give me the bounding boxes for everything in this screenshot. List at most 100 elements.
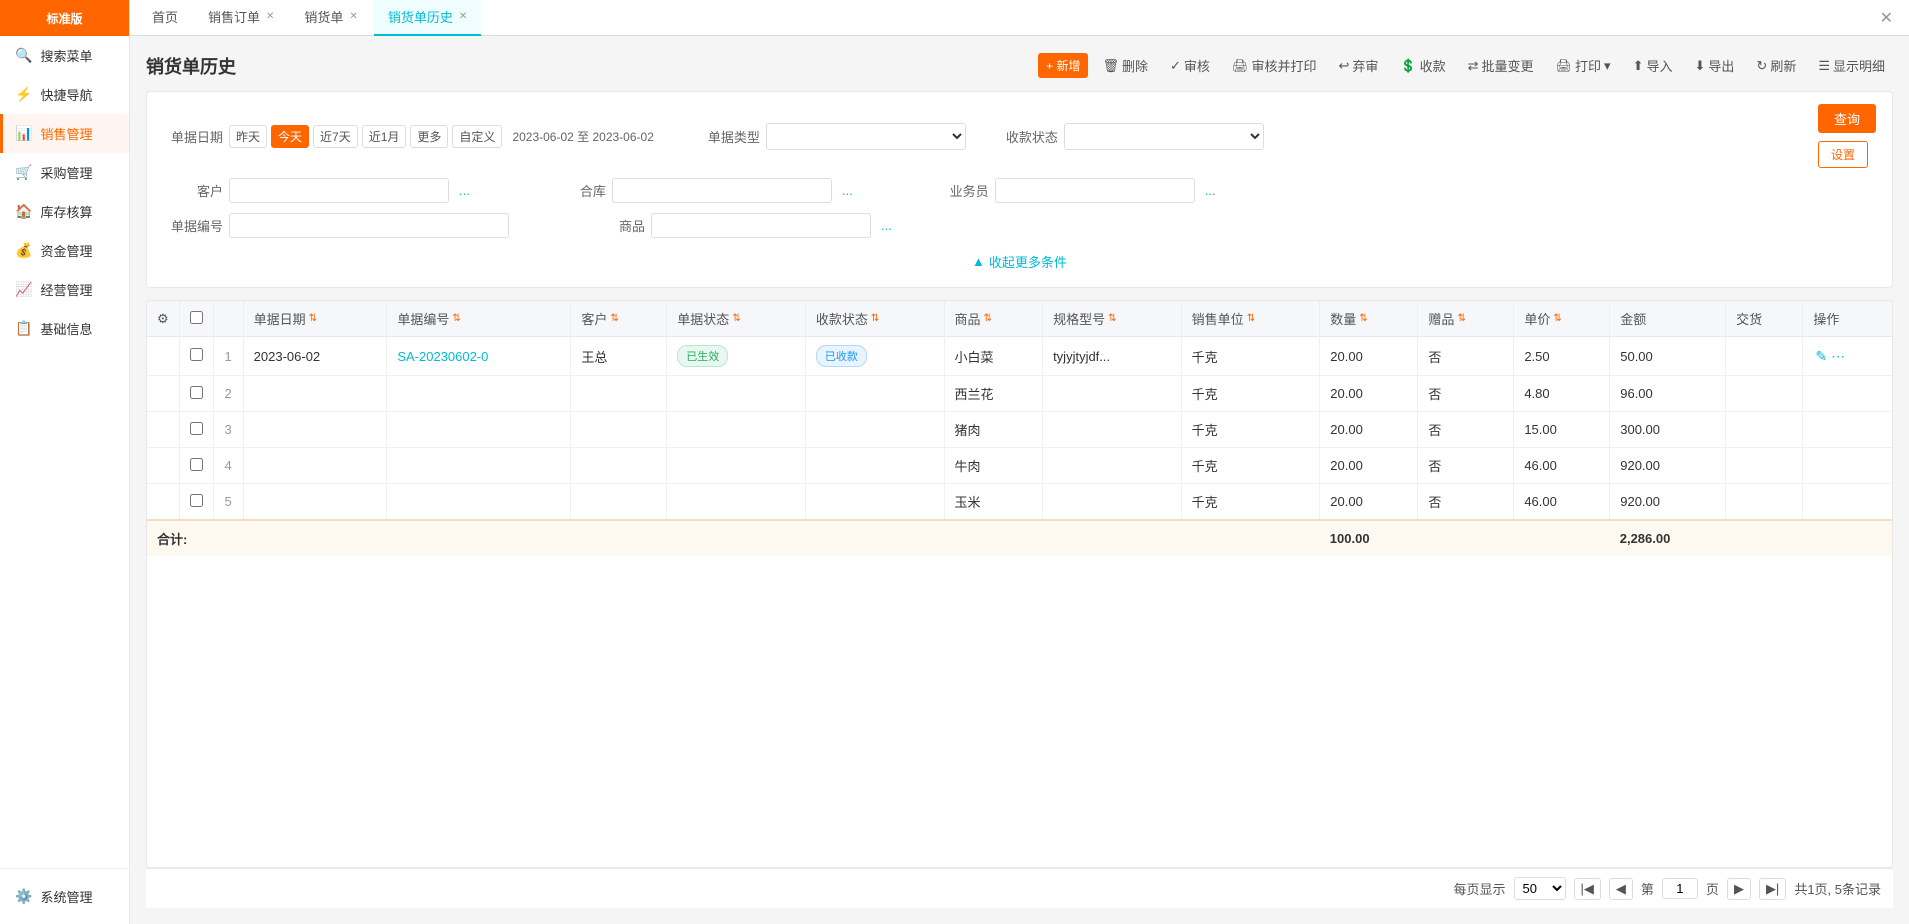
filter-payment-select[interactable] <box>1064 123 1264 150</box>
tab-sales-history-label: 销货单历史 <box>388 7 453 26</box>
tab-sales-order[interactable]: 销售订单 ✕ <box>194 0 288 36</box>
filter-warehouse-input[interactable] <box>612 178 832 203</box>
filter-payment-field: 收款状态 <box>998 123 1264 150</box>
more-icon[interactable]: ⋯ <box>1829 346 1847 366</box>
refresh-button[interactable]: ↻ 刷新 <box>1748 52 1804 79</box>
first-page-btn[interactable]: |◀ <box>1574 878 1601 900</box>
filter-doctype-field: 单据类型 <box>700 123 966 150</box>
filter-warehouse-ellipsis[interactable]: ... <box>842 183 853 198</box>
total-info: 共1页, 5条记录 <box>1794 879 1881 898</box>
last-page-btn[interactable]: ▶| <box>1759 878 1786 900</box>
th-qty[interactable]: 数量 ⇅ <box>1320 301 1418 337</box>
th-gift[interactable]: 赠品 ⇅ <box>1418 301 1514 337</box>
prev-page-btn[interactable]: ◀ <box>1609 878 1633 900</box>
sidebar-item-sysmgmt[interactable]: ⚙️ 系统管理 <box>0 877 129 916</box>
sort-qty-icon: ⇅ <box>1359 313 1367 324</box>
row-docno[interactable]: SA-20230602-0 <box>387 337 571 376</box>
th-unitprice[interactable]: 单价 ⇅ <box>1514 301 1610 337</box>
filter-goods-label: 商品 <box>585 216 645 235</box>
tab-sales-delivery-close[interactable]: ✕ <box>349 11 357 22</box>
filter-warehouse-label: 合库 <box>546 181 606 200</box>
th-spec[interactable]: 规格型号 ⇅ <box>1043 301 1182 337</box>
sidebar-item-search[interactable]: 🔍 搜索菜单 <box>0 36 129 75</box>
row-goods: 猪肉 <box>944 412 1043 448</box>
th-paymentstatus[interactable]: 收款状态 ⇅ <box>805 301 944 337</box>
next-page-btn[interactable]: ▶ <box>1727 878 1751 900</box>
sysmgmt-icon: ⚙️ <box>15 888 32 905</box>
th-customer[interactable]: 客户 ⇅ <box>571 301 667 337</box>
row-checkbox[interactable] <box>190 422 203 435</box>
sidebar-item-inventory[interactable]: 🏠 库存核算 <box>0 192 129 231</box>
finance-icon: 💰 <box>15 242 32 259</box>
sidebar-item-basicinfo[interactable]: 📋 基础信息 <box>0 309 129 348</box>
tab-sales-order-close[interactable]: ✕ <box>266 11 274 22</box>
print-button[interactable]: 🖨 打印 ▾ <box>1548 52 1619 79</box>
filter-salesperson-input[interactable] <box>995 178 1195 203</box>
th-no <box>213 301 243 337</box>
per-page-select[interactable]: 50 20 100 <box>1514 877 1566 900</box>
batch-change-button[interactable]: ⇄ 批量变更 <box>1460 52 1542 79</box>
th-date[interactable]: 单据日期 ⇅ <box>243 301 387 337</box>
th-docstatus[interactable]: 单据状态 ⇅ <box>667 301 806 337</box>
th-transaction: 交货 <box>1726 301 1803 337</box>
filter-goods-ellipsis[interactable]: ... <box>881 218 892 233</box>
date-btn-7days[interactable]: 近7天 <box>313 125 358 148</box>
sidebar-item-sales[interactable]: 📊 销售管理 <box>0 114 129 153</box>
row-checkbox[interactable] <box>190 494 203 507</box>
row-customer <box>571 376 667 412</box>
row-docstatus <box>667 448 806 484</box>
abandon-button[interactable]: ↩ 弃审 <box>1330 52 1386 79</box>
row-no: 3 <box>213 412 243 448</box>
filter-customer-ellipsis[interactable]: ... <box>459 183 470 198</box>
sidebar-item-quicknav[interactable]: ⚡ 快捷导航 <box>0 75 129 114</box>
review-print-button[interactable]: 🖨 审核并打印 <box>1224 52 1325 79</box>
th-unit[interactable]: 销售单位 ⇅ <box>1181 301 1320 337</box>
row-docno <box>387 484 571 521</box>
th-gear[interactable]: ⚙ <box>147 301 179 337</box>
filter-docno-input[interactable] <box>229 213 509 238</box>
page-input[interactable] <box>1662 878 1698 899</box>
th-goods[interactable]: 商品 ⇅ <box>944 301 1043 337</box>
row-checkbox[interactable] <box>190 458 203 471</box>
import-button[interactable]: ⬆ 导入 <box>1625 52 1681 79</box>
select-all-checkbox[interactable] <box>190 311 203 324</box>
date-btn-more[interactable]: 更多 <box>410 125 448 148</box>
date-btn-1month[interactable]: 近1月 <box>362 125 407 148</box>
filter-row-2: 客户 ... 合库 ... 业务员 ... <box>163 178 1876 203</box>
sidebar-item-operations[interactable]: 📈 经营管理 <box>0 270 129 309</box>
tab-sales-delivery[interactable]: 销货单 ✕ <box>290 0 371 36</box>
date-btn-custom[interactable]: 自定义 <box>452 125 502 148</box>
row-qty: 20.00 <box>1320 337 1418 376</box>
sidebar-logo: 标准版 <box>0 0 129 36</box>
show-detail-button[interactable]: ☰ 显示明细 <box>1810 52 1893 79</box>
tabs-close-all[interactable]: ✕ <box>1872 8 1901 28</box>
collapse-button[interactable]: ▲ 收起更多条件 <box>163 248 1876 275</box>
th-docno[interactable]: 单据编号 ⇅ <box>387 301 571 337</box>
filter-doctype-select[interactable] <box>766 123 966 150</box>
row-checkbox[interactable] <box>190 348 203 361</box>
summary-qty: 100.00 <box>1320 520 1418 556</box>
row-checkbox[interactable] <box>190 386 203 399</box>
sales-icon: 📊 <box>15 125 32 142</box>
tab-sales-history[interactable]: 销货单历史 ✕ <box>374 0 481 36</box>
filter-customer-input[interactable] <box>229 178 449 203</box>
filter-salesperson-ellipsis[interactable]: ... <box>1205 183 1216 198</box>
edit-icon[interactable]: ✎ <box>1813 346 1829 366</box>
new-button[interactable]: + 新增 <box>1038 53 1088 78</box>
review-button[interactable]: ✓ 审核 <box>1162 52 1218 79</box>
sidebar-item-purchase[interactable]: 🛒 采购管理 <box>0 153 129 192</box>
query-button[interactable]: 查询 <box>1818 104 1876 133</box>
settings-button[interactable]: 设置 <box>1818 141 1868 168</box>
collect-button[interactable]: 💲 收款 <box>1392 52 1453 79</box>
row-goods: 小白菜 <box>944 337 1043 376</box>
row-amount: 920.00 <box>1610 448 1726 484</box>
export-button[interactable]: ⬇ 导出 <box>1686 52 1742 79</box>
date-btn-yesterday[interactable]: 昨天 <box>229 125 267 148</box>
filter-goods-input[interactable] <box>651 213 871 238</box>
delete-button[interactable]: 🗑 删除 <box>1094 52 1156 79</box>
tab-home[interactable]: 首页 <box>138 0 192 36</box>
tab-sales-history-close[interactable]: ✕ <box>459 11 467 22</box>
sidebar-item-finance[interactable]: 💰 资金管理 <box>0 231 129 270</box>
row-gift: 否 <box>1418 448 1514 484</box>
date-btn-today[interactable]: 今天 <box>271 125 309 148</box>
